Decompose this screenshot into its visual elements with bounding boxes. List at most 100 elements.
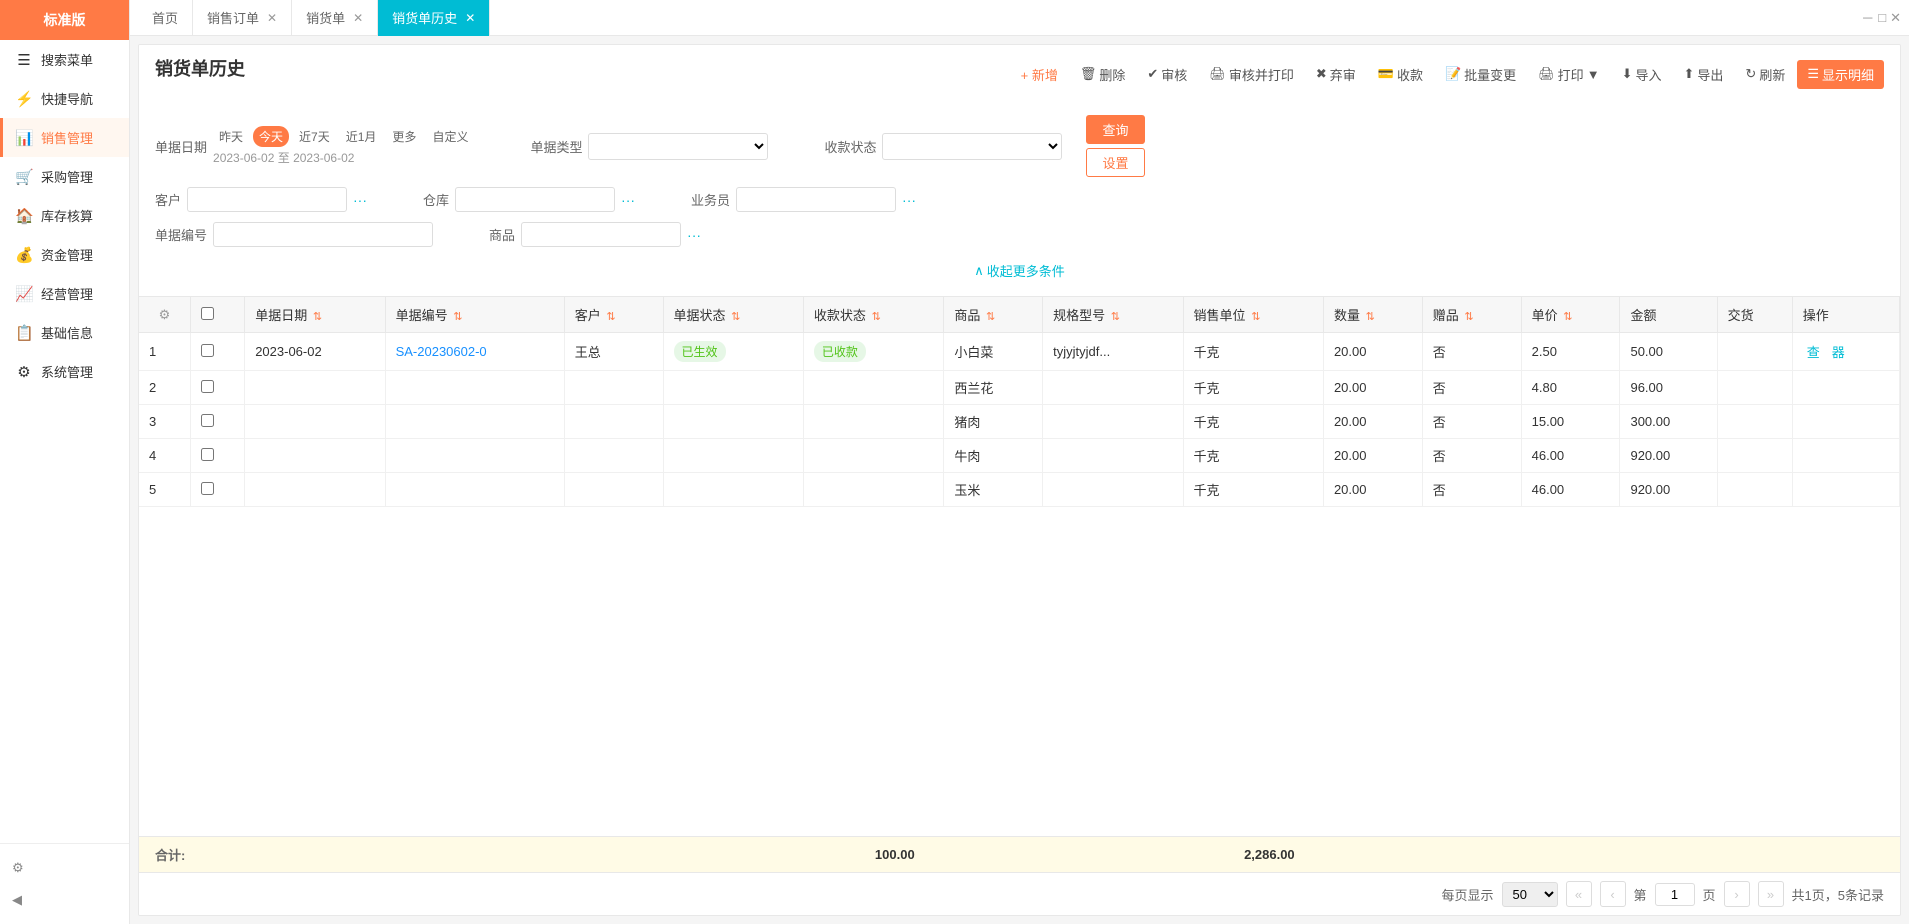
export-icon: ⬆	[1683, 66, 1694, 82]
cell-checkbox[interactable]	[190, 473, 244, 507]
th-doc-status[interactable]: 单据状态 ⇅	[663, 297, 803, 333]
print-button[interactable]: 🖨 打印 ▼	[1528, 60, 1609, 89]
warehouse-ellipsis[interactable]: ···	[621, 192, 635, 208]
date-btn-7days[interactable]: 近7天	[293, 126, 336, 147]
sidebar-item-purchase-mgmt[interactable]: 🛒 采购管理	[0, 157, 129, 196]
maximize-icon[interactable]: □	[1878, 10, 1886, 25]
row-view-btn[interactable]: 查	[1803, 340, 1824, 363]
tab-sales-order[interactable]: 销售订单 ✕	[193, 0, 292, 36]
th-customer[interactable]: 客户 ⇅	[564, 297, 663, 333]
row-checkbox-2[interactable]	[201, 414, 214, 427]
sidebar-item-inventory[interactable]: 🏠 库存核算	[0, 196, 129, 235]
row-checkbox-3[interactable]	[201, 448, 214, 461]
prev-page-button[interactable]: ‹	[1600, 881, 1626, 907]
th-payment-status[interactable]: 收款状态 ⇅	[803, 297, 943, 333]
cell-doc-number[interactable]: SA-20230602-0	[385, 333, 564, 371]
date-btn-more[interactable]: 更多	[386, 126, 422, 147]
date-btn-custom[interactable]: 自定义	[426, 126, 474, 147]
refresh-button[interactable]: ↻ 刷新	[1735, 60, 1795, 89]
cell-amount: 50.00	[1620, 333, 1717, 371]
sidebar-item-quick-nav[interactable]: ⚡ 快捷导航	[0, 79, 129, 118]
sidebar-item-ops-mgmt[interactable]: 📈 经营管理	[0, 274, 129, 313]
th-sales-unit[interactable]: 销售单位 ⇅	[1183, 297, 1323, 333]
date-btn-1month[interactable]: 近1月	[340, 126, 383, 147]
query-button[interactable]: 查询	[1086, 115, 1144, 144]
sort-doc-date-icon: ⇅	[313, 311, 322, 323]
sort-doc-number-icon: ⇅	[453, 311, 462, 323]
row-checkbox-1[interactable]	[201, 380, 214, 393]
doc-type-select[interactable]	[588, 133, 768, 160]
tab-sales-history[interactable]: 销货单历史 ✕	[378, 0, 490, 36]
tab-sales-history-close[interactable]: ✕	[465, 11, 475, 25]
product-ellipsis[interactable]: ···	[687, 227, 701, 243]
sidebar-item-sales-mgmt[interactable]: 📊 销售管理	[0, 118, 129, 157]
warehouse-input[interactable]	[455, 187, 615, 212]
th-gift[interactable]: 赠品 ⇅	[1422, 297, 1521, 333]
customer-input[interactable]	[187, 187, 347, 212]
date-btn-yesterday[interactable]: 昨天	[213, 126, 249, 147]
sidebar-item-finance[interactable]: 💰 资金管理	[0, 235, 129, 274]
cell-checkbox[interactable]	[190, 405, 244, 439]
sidebar-collapse[interactable]: ◀	[0, 884, 129, 916]
th-unit-price[interactable]: 单价 ⇅	[1521, 297, 1620, 333]
sort-quantity-icon: ⇅	[1366, 311, 1375, 323]
import-button[interactable]: ⬇ 导入	[1612, 60, 1672, 89]
table-row: 12023-06-02SA-20230602-0王总已生效已收款小白菜tyjyj…	[139, 333, 1900, 371]
delete-button[interactable]: 🗑 删除	[1070, 60, 1136, 89]
sidebar-bottom-settings[interactable]: ⚙	[0, 852, 129, 884]
next-page-button[interactable]: ›	[1724, 881, 1750, 907]
cell-checkbox[interactable]	[190, 439, 244, 473]
cell-gift: 否	[1422, 371, 1521, 405]
th-doc-number[interactable]: 单据编号 ⇅	[385, 297, 564, 333]
settings-button[interactable]: 设置	[1086, 148, 1144, 177]
collapse-button[interactable]: ∧ 收起更多条件	[155, 257, 1884, 284]
th-doc-date[interactable]: 单据日期 ⇅	[245, 297, 385, 333]
minimize-icon[interactable]: －	[1861, 8, 1874, 27]
sidebar-item-search-menu[interactable]: ☰ 搜索菜单	[0, 40, 129, 79]
salesperson-input[interactable]	[736, 187, 896, 212]
tab-sales-order-close[interactable]: ✕	[267, 11, 277, 25]
payment-status-select[interactable]	[882, 133, 1062, 160]
abandon-icon: ✖	[1316, 66, 1327, 82]
cell-checkbox[interactable]	[190, 371, 244, 405]
collapse-icon: ◀	[12, 892, 22, 908]
show-detail-button[interactable]: ☰ 显示明细	[1797, 60, 1884, 89]
doc-number-input[interactable]	[213, 222, 433, 247]
abandon-button[interactable]: ✖ 弃审	[1306, 60, 1366, 89]
row-edit-btn[interactable]: 器	[1828, 340, 1849, 363]
audit-button[interactable]: ✔ 审核	[1137, 60, 1197, 89]
date-btn-today[interactable]: 今天	[253, 126, 289, 147]
page-size-select[interactable]: 50 100 200	[1502, 882, 1558, 907]
sidebar-item-basic-info[interactable]: 📋 基础信息	[0, 313, 129, 352]
row-checkbox-4[interactable]	[201, 482, 214, 495]
th-spec-type[interactable]: 规格型号 ⇅	[1043, 297, 1183, 333]
select-all-checkbox[interactable]	[201, 307, 214, 320]
data-table: ⚙ 单据日期 ⇅ 单据编号 ⇅ 客户	[139, 297, 1900, 507]
th-settings[interactable]: ⚙	[139, 297, 190, 333]
cell-sales-unit: 千克	[1183, 371, 1323, 405]
product-input[interactable]	[521, 222, 681, 247]
th-product[interactable]: 商品 ⇅	[944, 297, 1043, 333]
new-button[interactable]: + 新增	[1011, 60, 1068, 89]
sidebar-item-sys-mgmt[interactable]: ⚙ 系统管理	[0, 352, 129, 391]
row-checkbox-0[interactable]	[201, 344, 214, 357]
close-window-icon[interactable]: ✕	[1890, 10, 1901, 26]
audit-print-button[interactable]: 🖨 审核并打印	[1199, 60, 1304, 89]
tab-home[interactable]: 首页	[138, 0, 193, 36]
th-quantity[interactable]: 数量 ⇅	[1323, 297, 1422, 333]
doc-number-link[interactable]: SA-20230602-0	[396, 344, 487, 359]
tab-sales-delivery-close[interactable]: ✕	[353, 11, 363, 25]
first-page-button[interactable]: «	[1566, 881, 1592, 907]
last-page-button[interactable]: »	[1758, 881, 1784, 907]
export-button[interactable]: ⬆ 导出	[1673, 60, 1733, 89]
customer-ellipsis[interactable]: ···	[353, 192, 367, 208]
cell-actions[interactable]: 查 器	[1792, 333, 1899, 371]
page-number-input[interactable]	[1655, 883, 1695, 906]
cell-gift: 否	[1422, 333, 1521, 371]
batch-change-button[interactable]: 📝 批量变更	[1435, 60, 1526, 89]
cell-checkbox[interactable]	[190, 333, 244, 371]
tab-sales-delivery[interactable]: 销货单 ✕	[292, 0, 378, 36]
sort-doc-status-icon: ⇅	[731, 311, 740, 323]
collect-button[interactable]: 💳 收款	[1368, 60, 1433, 89]
salesperson-ellipsis[interactable]: ···	[902, 192, 916, 208]
